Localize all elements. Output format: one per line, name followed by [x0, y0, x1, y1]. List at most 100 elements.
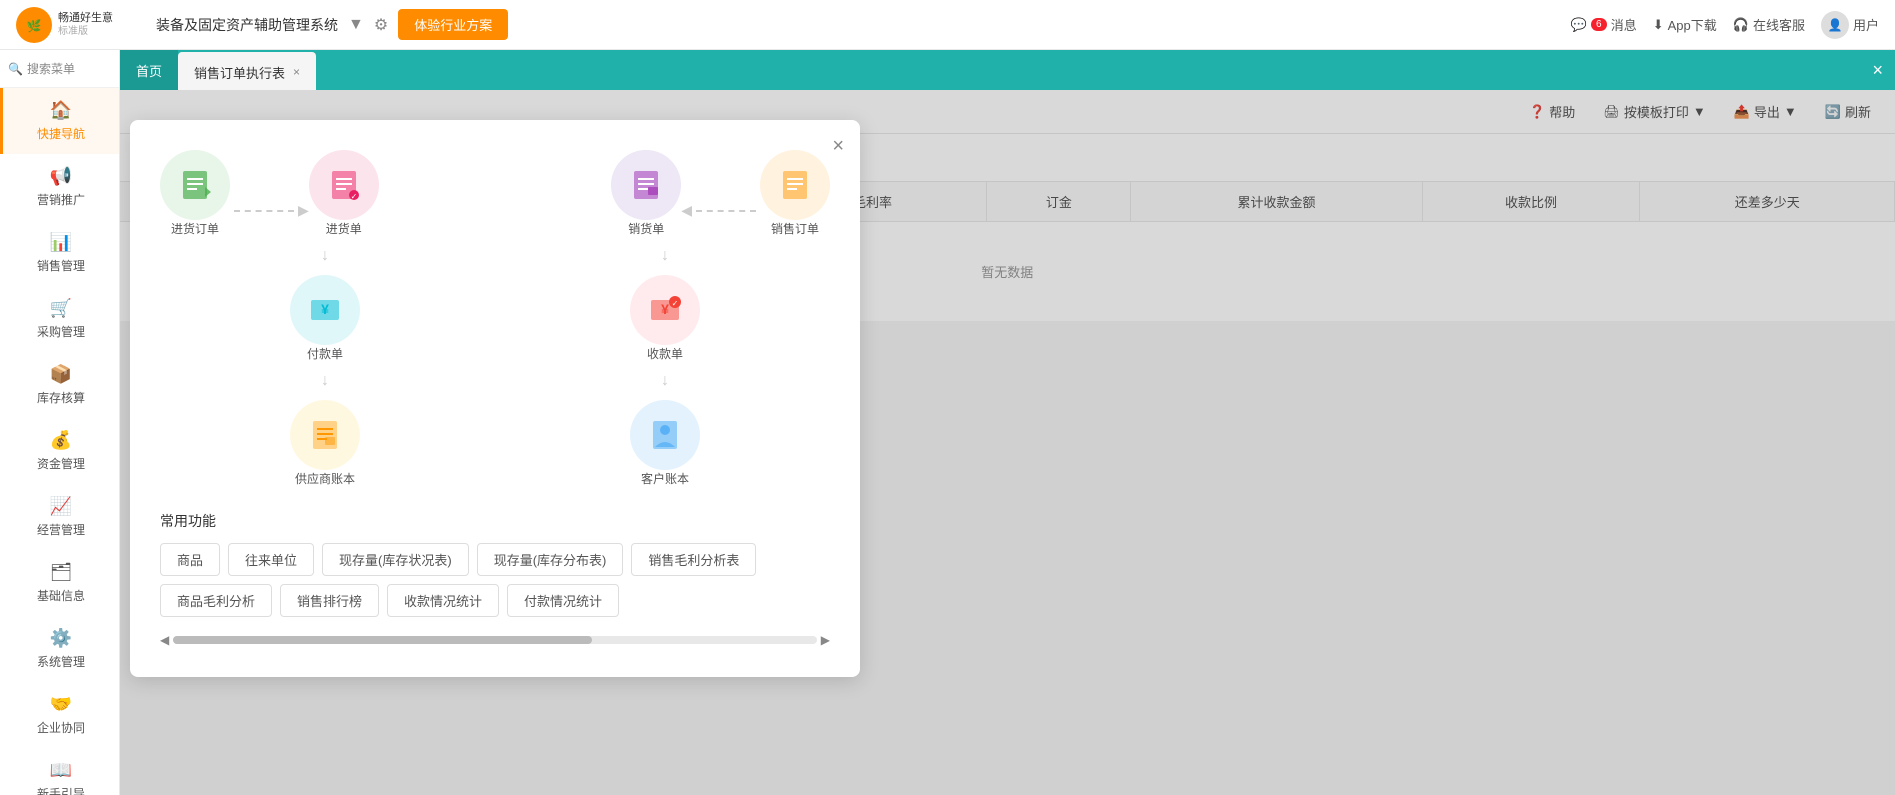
flow-node-purchase-order[interactable]: 进货订单 [160, 150, 230, 237]
tab-home[interactable]: 首页 [120, 50, 178, 90]
logo-area: 🌿 畅通好生意 标准版 [16, 7, 136, 43]
quick-nav-icon: 🏠 [50, 100, 72, 121]
flow-node-purchase-bill[interactable]: ✓ 进货单 [309, 150, 379, 237]
scroll-right-icon[interactable]: ▶ [821, 633, 830, 647]
online-service-label: 在线客服 [1753, 15, 1805, 34]
svg-text:¥: ¥ [661, 301, 669, 317]
svg-text:¥: ¥ [321, 301, 329, 317]
customer-ledger-label: 客户账本 [641, 470, 689, 487]
feature-btn-sales-ranking[interactable]: 销售排行榜 [280, 584, 379, 617]
marketing-icon: 📢 [50, 166, 72, 187]
flow-node-supplier-ledger[interactable]: 供应商账本 [290, 400, 360, 487]
close-window-icon[interactable]: × [1872, 60, 1883, 80]
down-arrow-receipt: ↓ [630, 372, 700, 390]
scroll-left-icon[interactable]: ◀ [160, 633, 169, 647]
down-arrow-sales: ↓ [630, 247, 700, 265]
sidebar-item-guide[interactable]: 📖 新手引导 [0, 748, 119, 795]
purchase-bill-circle: ✓ [309, 150, 379, 220]
feature-btn-sales-profit[interactable]: 销售毛利分析表 [631, 543, 756, 576]
sidebar-item-label: 采购管理 [37, 323, 85, 340]
sidebar-item-system[interactable]: ⚙️ 系统管理 [0, 616, 119, 682]
common-features-title: 常用功能 [160, 511, 830, 531]
logo-line2: 标准版 [58, 25, 113, 38]
flow-node-sales-order[interactable]: 销售订单 [760, 150, 830, 237]
sales-icon: 📊 [50, 232, 72, 253]
feature-btn-product[interactable]: 商品 [160, 543, 220, 576]
common-features-section: 常用功能 商品 往来单位 现存量(库存状况表) 现存量(库存分布表) 销售毛利分… [160, 511, 830, 647]
sales-bill-circle [611, 150, 681, 220]
user-action[interactable]: 👤 用户 [1821, 11, 1879, 39]
quick-nav-dialog: × [130, 120, 860, 677]
dialog-close-icon[interactable]: × [832, 136, 844, 156]
dropdown-arrow-icon[interactable]: ▼ [348, 16, 364, 34]
sidebar-item-label: 新手引导 [37, 785, 85, 795]
system-icon: ⚙️ [50, 628, 72, 649]
message-action[interactable]: 💬 6 消息 [1571, 15, 1637, 34]
sidebar-item-label: 资金管理 [37, 455, 85, 472]
receipt-bill-label: 收款单 [647, 345, 683, 362]
feature-btn-inventory-dist[interactable]: 现存量(库存分布表) [477, 543, 624, 576]
enterprise-icon: 🤝 [50, 694, 72, 715]
search-label: 搜索菜单 [27, 60, 75, 77]
sidebar-item-label: 企业协同 [37, 719, 85, 736]
sidebar-item-marketing[interactable]: 📢 营销推广 [0, 154, 119, 220]
tab-close-icon[interactable]: × [293, 65, 300, 79]
down-arrow-payment: ↓ [290, 372, 360, 390]
logo-line1: 畅通好生意 [58, 11, 113, 25]
sidebar-item-sales[interactable]: 📊 销售管理 [0, 220, 119, 286]
download-icon: ⬇ [1653, 17, 1664, 33]
trial-button[interactable]: 体验行业方案 [398, 9, 508, 40]
main-layout: 🔍 搜索菜单 🏠 快捷导航 📢 营销推广 📊 销售管理 🛒 采购管理 📦 库存核… [0, 50, 1895, 795]
supplier-ledger-label: 供应商账本 [295, 470, 355, 487]
purchase-bill-label: 进货单 [326, 220, 362, 237]
guide-icon: 📖 [50, 760, 72, 781]
tabs-bar: 首页 销售订单执行表 × × [120, 50, 1895, 90]
tab-home-label: 首页 [136, 61, 162, 80]
service-icon: 🎧 [1733, 17, 1749, 33]
feature-btn-inventory-status[interactable]: 现存量(库存状况表) [322, 543, 469, 576]
sidebar-item-purchase[interactable]: 🛒 采购管理 [0, 286, 119, 352]
feature-btn-product-profit[interactable]: 商品毛利分析 [160, 584, 272, 617]
sidebar-item-operations[interactable]: 📈 经营管理 [0, 484, 119, 550]
sidebar: 🔍 搜索菜单 🏠 快捷导航 📢 营销推广 📊 销售管理 🛒 采购管理 📦 库存核… [0, 50, 120, 795]
system-name: 装备及固定资产辅助管理系统 [156, 15, 338, 35]
sidebar-item-enterprise[interactable]: 🤝 企业协同 [0, 682, 119, 748]
content-area: 首页 销售订单执行表 × × ❓ 帮助 🖨 按模板打印 ▼ [120, 50, 1895, 795]
header-center: 装备及固定资产辅助管理系统 ▼ ⚙ 体验行业方案 [136, 9, 1571, 40]
overlay[interactable]: × [120, 90, 1895, 795]
inventory-icon: 📦 [50, 364, 72, 385]
sidebar-item-finance[interactable]: 💰 资金管理 [0, 418, 119, 484]
flow-row-arrows2: ↓ ↓ [160, 372, 830, 390]
feature-buttons: 商品 往来单位 现存量(库存状况表) 现存量(库存分布表) 销售毛利分析表 商品… [160, 543, 830, 617]
message-label: 消息 [1611, 15, 1637, 34]
online-service-action[interactable]: 🎧 在线客服 [1733, 15, 1805, 34]
app-download-label: App下载 [1668, 15, 1717, 34]
sidebar-item-basics[interactable]: 🗂 基础信息 [0, 550, 119, 616]
flow-row-2: ¥ 付款单 ¥ [160, 275, 830, 362]
flow-row-arrows: ↓ ↓ [160, 247, 830, 265]
sidebar-item-inventory[interactable]: 📦 库存核算 [0, 352, 119, 418]
tab-sales-exec[interactable]: 销售订单执行表 × [178, 52, 316, 92]
gear-icon[interactable]: ⚙ [374, 15, 388, 35]
arrow-h2: ◀ [681, 202, 760, 219]
svg-text:✓: ✓ [672, 299, 679, 308]
sidebar-item-label: 快捷导航 [37, 125, 85, 142]
feature-btn-payment-stats[interactable]: 付款情况统计 [507, 584, 619, 617]
flow-node-customer-ledger[interactable]: 客户账本 [630, 400, 700, 487]
header-right: 💬 6 消息 ⬇ App下载 🎧 在线客服 👤 用户 [1571, 11, 1879, 39]
supplier-ledger-circle [290, 400, 360, 470]
customer-ledger-circle [630, 400, 700, 470]
flow-node-sales-bill[interactable]: 销货单 [611, 150, 681, 237]
message-icon: 💬 [1571, 17, 1587, 33]
app-header: 🌿 畅通好生意 标准版 装备及固定资产辅助管理系统 ▼ ⚙ 体验行业方案 💬 6… [0, 0, 1895, 50]
payment-bill-label: 付款单 [307, 345, 343, 362]
flow-node-payment-bill[interactable]: ¥ 付款单 [290, 275, 360, 362]
feature-btn-receipt-stats[interactable]: 收款情况统计 [387, 584, 499, 617]
sidebar-search[interactable]: 🔍 搜索菜单 [0, 50, 119, 88]
app-download-action[interactable]: ⬇ App下载 [1653, 15, 1717, 34]
purchase-icon: 🛒 [50, 298, 72, 319]
flow-node-receipt-bill[interactable]: ¥ ✓ 收款单 [630, 275, 700, 362]
sidebar-item-quick-nav[interactable]: 🏠 快捷导航 [0, 88, 119, 154]
scroll-track [173, 636, 817, 644]
feature-btn-counterparty[interactable]: 往来单位 [228, 543, 314, 576]
